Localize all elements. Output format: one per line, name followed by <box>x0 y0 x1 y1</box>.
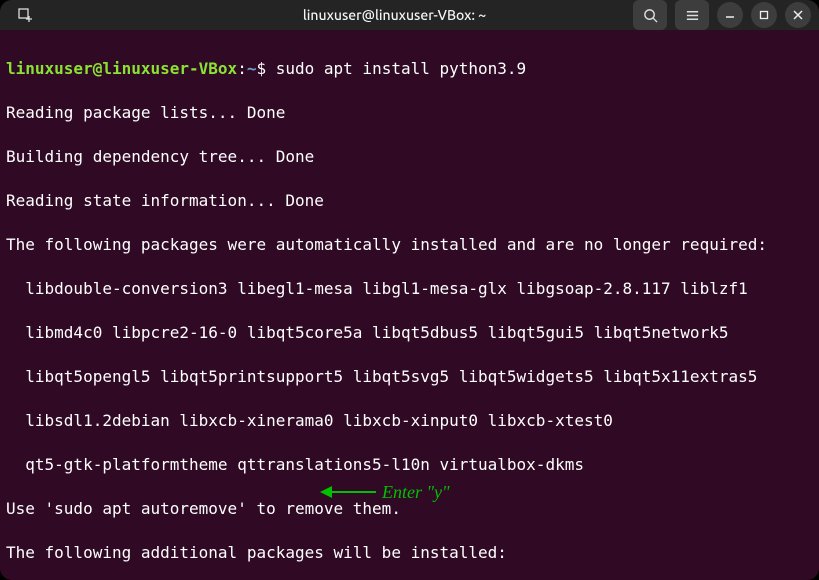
prompt-dollar: $ <box>256 59 275 78</box>
maximize-button[interactable] <box>751 2 777 28</box>
output-line: Building dependency tree... Done <box>6 146 813 168</box>
terminal-window: linuxuser@linuxuser-VBox: ~ linuxuser@li… <box>0 0 819 580</box>
output-line: The following additional packages will b… <box>6 542 813 564</box>
close-button[interactable] <box>785 2 811 28</box>
prompt-line: linuxuser@linuxuser-VBox:~$ sudo apt ins… <box>6 58 813 80</box>
annotation-arrow: Enter "y" <box>330 481 450 503</box>
typed-command: sudo apt install python3.9 <box>276 59 526 78</box>
output-line: libsdl1.2debian libxcb-xinerama0 libxcb-… <box>6 410 813 432</box>
output-line: libqt5opengl5 libqt5printsupport5 libqt5… <box>6 366 813 388</box>
annotation-text: Enter "y" <box>382 481 450 503</box>
terminal-body[interactable]: linuxuser@linuxuser-VBox:~$ sudo apt ins… <box>0 30 819 580</box>
arrow-icon <box>330 491 376 493</box>
new-tab-button[interactable] <box>8 0 42 30</box>
window-title: linuxuser@linuxuser-VBox: ~ <box>178 7 611 23</box>
minimize-button[interactable] <box>717 2 743 28</box>
titlebar: linuxuser@linuxuser-VBox: ~ <box>0 0 819 30</box>
output-line: qt5-gtk-platformtheme qttranslations5-l1… <box>6 454 813 476</box>
titlebar-right-group <box>611 0 811 30</box>
menu-button[interactable] <box>675 0 709 30</box>
output-line: libdouble-conversion3 libegl1-mesa libgl… <box>6 278 813 300</box>
output-line: libmd4c0 libpcre2-16-0 libqt5core5a libq… <box>6 322 813 344</box>
prompt-user-host: linuxuser@linuxuser-VBox <box>6 59 237 78</box>
search-button[interactable] <box>633 0 667 30</box>
output-line: The following packages were automaticall… <box>6 234 813 256</box>
titlebar-left-group <box>8 0 178 30</box>
output-line: Reading state information... Done <box>6 190 813 212</box>
prompt-colon: : <box>237 59 247 78</box>
output-line: Reading package lists... Done <box>6 102 813 124</box>
